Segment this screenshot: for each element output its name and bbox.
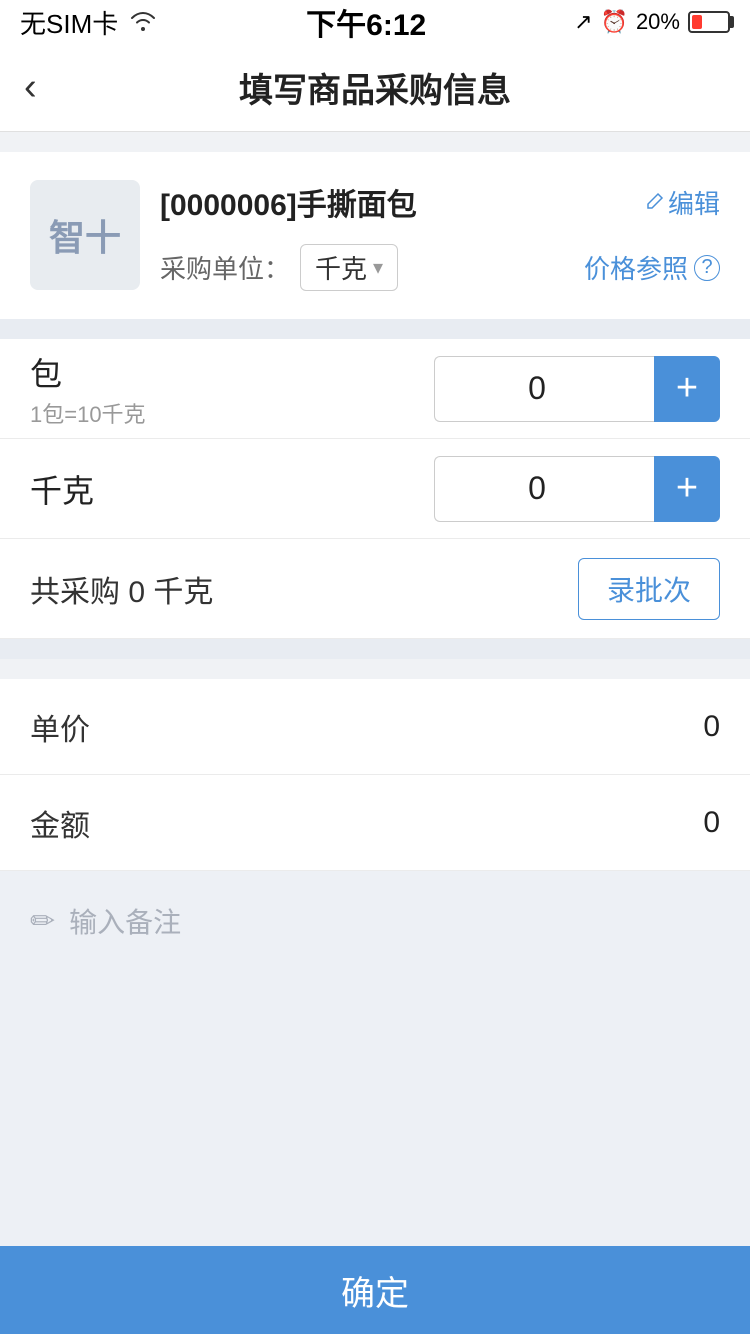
- bag-input-row: 包 1包=10千克 +: [0, 339, 750, 439]
- unit-price-value: 0: [703, 710, 720, 744]
- amount-row: 金额 0: [0, 775, 750, 871]
- price-section: 单价 0 金额 0: [0, 679, 750, 871]
- location-icon: ↗: [574, 9, 592, 35]
- kg-plus-button[interactable]: +: [654, 456, 720, 522]
- section-divider-1: [0, 319, 750, 339]
- unit-row: 采购单位： 千克 ▾ 价格参照 ?: [160, 244, 720, 291]
- wifi-icon: [128, 7, 158, 38]
- unit-price-row: 单价 0: [0, 679, 750, 775]
- kg-label-group: 千克: [30, 466, 210, 512]
- amount-value: 0: [703, 806, 720, 840]
- product-info: [0000006]手撕面包 编辑 采购单位： 千克 ▾ 价格参照 ?: [160, 180, 720, 291]
- edit-button[interactable]: 编辑: [644, 184, 720, 221]
- bag-sub-label: 1包=10千克: [30, 397, 210, 429]
- chevron-down-icon: ▾: [373, 255, 383, 280]
- product-card: 智十 [0000006]手撕面包 编辑 采购单位： 千克 ▾: [0, 152, 750, 319]
- product-image: 智十: [30, 180, 140, 290]
- bag-input-group: +: [434, 356, 720, 422]
- amount-label: 金额: [30, 801, 90, 845]
- note-placeholder: 输入备注: [69, 901, 181, 941]
- kg-input-row: 千克 +: [0, 439, 750, 539]
- bag-quantity-input[interactable]: [434, 356, 654, 422]
- unit-price-label: 单价: [30, 705, 90, 749]
- product-title-row: [0000006]手撕面包 编辑: [160, 180, 720, 224]
- note-section[interactable]: ✏ 输入备注: [0, 871, 750, 971]
- summary-row: 共采购 0 千克 录批次: [0, 539, 750, 639]
- product-name: [0000006]手撕面包: [160, 180, 417, 224]
- carrier-label: 无SIM卡: [20, 4, 118, 41]
- kg-main-label: 千克: [30, 466, 210, 512]
- bag-plus-button[interactable]: +: [654, 356, 720, 422]
- bag-main-label: 包: [30, 349, 210, 395]
- bag-label-group: 包 1包=10千克: [30, 349, 210, 429]
- summary-text: 共采购 0 千克: [30, 567, 213, 611]
- status-left: 无SIM卡: [20, 4, 158, 41]
- section-divider-2: [0, 639, 750, 659]
- back-button[interactable]: ‹: [24, 66, 37, 109]
- confirm-button[interactable]: 确定: [0, 1246, 750, 1334]
- status-bar: 无SIM卡 下午6:12 ↗ ⏰ 20%: [0, 0, 750, 44]
- battery-percent: 20%: [636, 9, 680, 35]
- unit-select[interactable]: 千克 ▾: [300, 244, 398, 291]
- record-batch-button[interactable]: 录批次: [578, 558, 720, 620]
- nav-bar: ‹ 填写商品采购信息: [0, 44, 750, 132]
- unit-label: 采购单位：: [160, 249, 290, 286]
- page-title: 填写商品采购信息: [239, 63, 511, 112]
- status-time: 下午6:12: [306, 0, 426, 44]
- pencil-icon: ✏: [30, 904, 55, 939]
- input-section: 包 1包=10千克 + 千克 +: [0, 339, 750, 539]
- help-icon: ?: [694, 255, 720, 281]
- product-logo: 智十: [49, 209, 121, 261]
- battery-icon: [688, 11, 730, 33]
- kg-quantity-input[interactable]: [434, 456, 654, 522]
- status-right: ↗ ⏰ 20%: [574, 9, 730, 35]
- alarm-icon: ⏰: [601, 9, 628, 35]
- kg-input-group: +: [434, 456, 720, 522]
- price-ref-button[interactable]: 价格参照 ?: [584, 249, 720, 286]
